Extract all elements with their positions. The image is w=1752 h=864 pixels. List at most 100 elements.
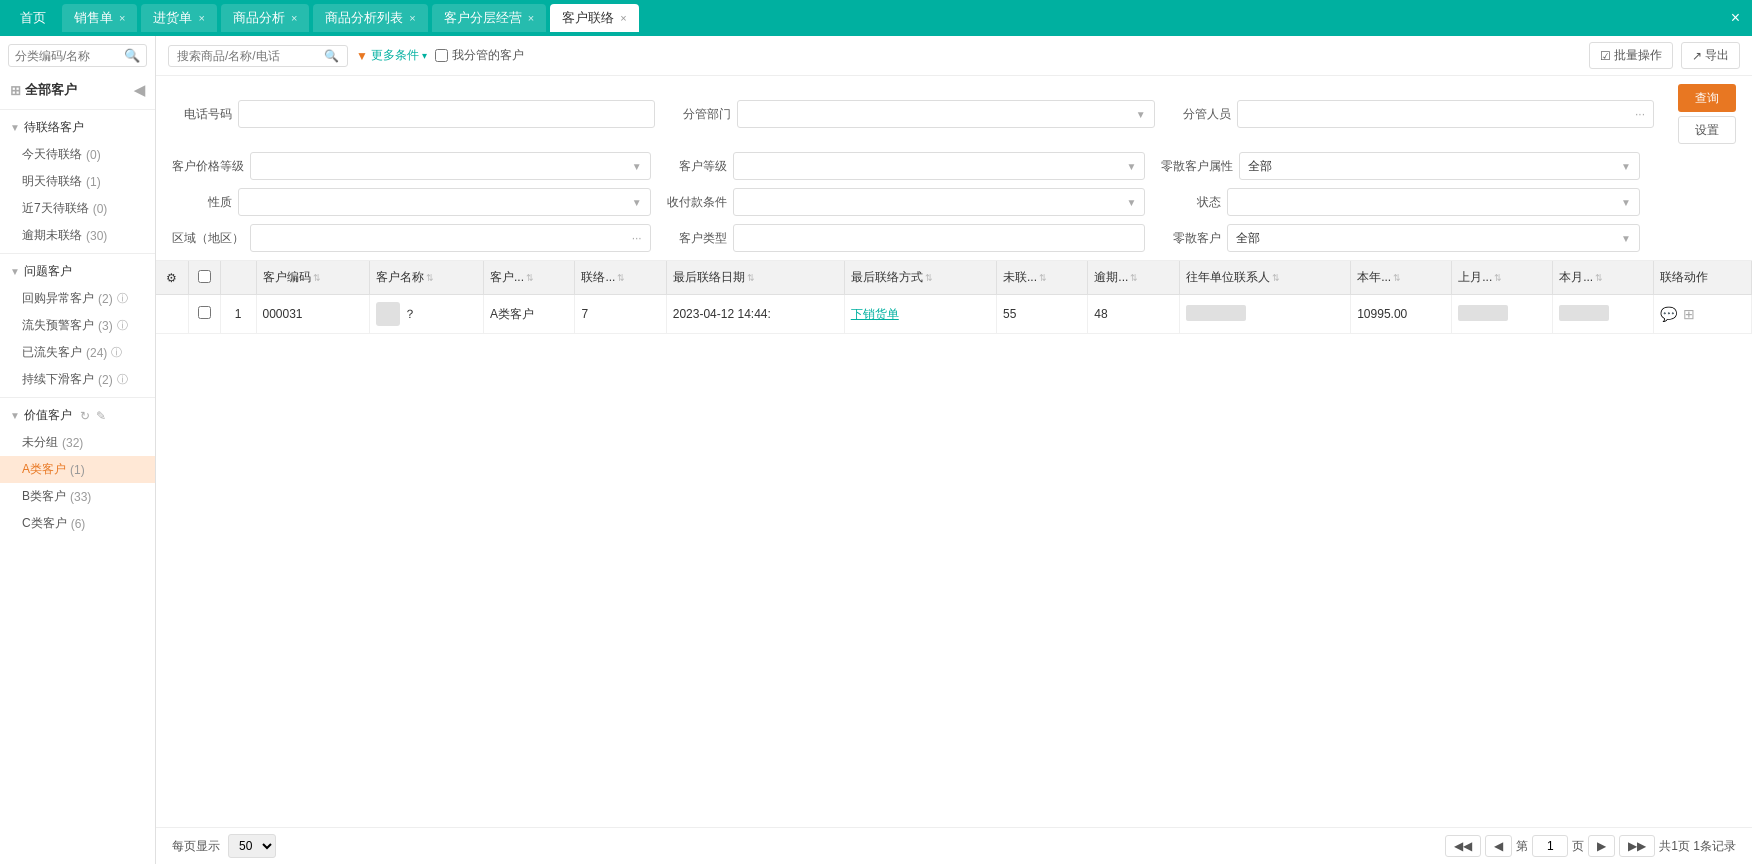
filter-search-box[interactable]: 🔍 <box>168 45 348 67</box>
row-last-date: 2023-04-12 14:44: <box>666 295 844 334</box>
col-this-year[interactable]: 本年...⇅ <box>1351 261 1452 295</box>
table-header-row: ⚙ 客户编码⇅ 客户名称⇅ 客户...⇅ 联络...⇅ 最后联络日期⇅ 最后联络… <box>156 261 1752 295</box>
field-region: 区域（地区） ··· <box>172 224 651 252</box>
sidebar-item-declining[interactable]: 持续下滑客户 (2) ⓘ <box>0 366 155 393</box>
col-settings[interactable]: ⚙ <box>156 261 188 295</box>
col-last-date[interactable]: 最后联络日期⇅ <box>666 261 844 295</box>
group-problem-customers[interactable]: ▼ 问题客户 <box>0 258 155 285</box>
home-tab[interactable]: 首页 <box>8 9 58 27</box>
sort-icon11: ⇅ <box>1494 273 1502 283</box>
first-page-btn[interactable]: ◀◀ <box>1445 835 1481 857</box>
row-this-year: 10995.00 <box>1351 295 1452 334</box>
col-name[interactable]: 客户名称⇅ <box>370 261 484 295</box>
chevron-down-icon: ▾ <box>422 50 427 61</box>
scatter-attr-select[interactable]: 全部 ▼ <box>1239 152 1640 180</box>
mine-checkbox-input[interactable] <box>435 49 448 62</box>
sidebar-search-box[interactable]: 🔍 <box>8 44 147 67</box>
per-page-select[interactable]: 50 <box>228 834 276 858</box>
col-contact[interactable]: 联络...⇅ <box>575 261 666 295</box>
tab-customer-contact[interactable]: 客户联络 × <box>550 4 638 32</box>
region-select[interactable]: ··· <box>250 224 651 252</box>
col-type[interactable]: 客户...⇅ <box>484 261 575 295</box>
col-last-month[interactable]: 上月...⇅ <box>1452 261 1553 295</box>
tab-customer-segment[interactable]: 客户分层经营 × <box>432 4 546 32</box>
sidebar-collapse-icon[interactable]: ◀ <box>134 82 145 98</box>
row-overdue: 48 <box>1088 295 1179 334</box>
filter-search-input[interactable] <box>177 49 320 63</box>
tab-product-list[interactable]: 商品分析列表 × <box>313 4 427 32</box>
refresh-icon[interactable]: ↻ <box>80 409 90 423</box>
close-product-analysis-tab[interactable]: × <box>291 12 297 24</box>
info-icon: ⓘ <box>117 291 128 306</box>
col-code[interactable]: 客户编码⇅ <box>256 261 370 295</box>
sort-icon3: ⇅ <box>526 273 534 283</box>
phone-input[interactable] <box>238 100 655 128</box>
check-all-input[interactable] <box>198 270 211 283</box>
tab-purchase[interactable]: 进货单 × <box>141 4 216 32</box>
row-last-method[interactable]: 下销货单 <box>844 295 996 334</box>
sidebar-item-churned[interactable]: 已流失客户 (24) ⓘ <box>0 339 155 366</box>
group-value-customers[interactable]: ▼ 价值客户 ↻ ✎ <box>0 402 155 429</box>
setting-btn[interactable]: 设置 <box>1678 116 1736 144</box>
col-history-contact[interactable]: 往年单位联系人⇅ <box>1179 261 1350 295</box>
sidebar-item-tomorrow[interactable]: 明天待联络 (1) <box>0 168 155 195</box>
field-scatter-customer: 零散客户 全部 ▼ <box>1161 224 1640 252</box>
col-no-contact[interactable]: 未联...⇅ <box>997 261 1088 295</box>
col-overdue[interactable]: 逾期...⇅ <box>1088 261 1179 295</box>
group-pending-contact[interactable]: ▼ 待联络客户 <box>0 114 155 141</box>
col-last-method[interactable]: 最后联络方式⇅ <box>844 261 996 295</box>
payment-select[interactable]: ▼ <box>733 188 1146 216</box>
qr-icon[interactable]: ⊞ <box>1683 306 1695 322</box>
sidebar-item-b-class[interactable]: B类客户 (33) <box>0 483 155 510</box>
row-checkbox-input[interactable] <box>198 306 211 319</box>
tab-product-analysis[interactable]: 商品分析 × <box>221 4 309 32</box>
sidebar-item-repurchase[interactable]: 回购异常客户 (2) ⓘ <box>0 285 155 312</box>
info-icon3: ⓘ <box>111 345 122 360</box>
next-page-btn[interactable]: ▶ <box>1588 835 1615 857</box>
sidebar-item-overdue[interactable]: 逾期未联络 (30) <box>0 222 155 249</box>
tab-sales[interactable]: 销售单 × <box>62 4 137 32</box>
col-check-all[interactable] <box>188 261 220 295</box>
sidebar-item-c-class[interactable]: C类客户 (6) <box>0 510 155 537</box>
page-input[interactable] <box>1532 835 1568 857</box>
sidebar-search-input[interactable] <box>15 49 120 63</box>
sidebar-item-ungrouped[interactable]: 未分组 (32) <box>0 429 155 456</box>
price-level-select[interactable]: ▼ <box>250 152 651 180</box>
last-page-btn[interactable]: ▶▶ <box>1619 835 1655 857</box>
sidebar-item-a-class[interactable]: A类客户 (1) <box>0 456 155 483</box>
export-btn[interactable]: ↗ 导出 <box>1681 42 1740 69</box>
filter-row-4: 区域（地区） ··· 客户类型 零散客户 全部 ▼ <box>172 224 1736 252</box>
sidebar-item-churn-warning[interactable]: 流失预警客户 (3) ⓘ <box>0 312 155 339</box>
status-select[interactable]: ▼ <box>1227 188 1640 216</box>
chat-icon[interactable]: 💬 <box>1660 306 1677 322</box>
this-month-placeholder <box>1559 305 1609 321</box>
scatter-customer-select[interactable]: 全部 ▼ <box>1227 224 1640 252</box>
sidebar-item-today[interactable]: 今天待联络 (0) <box>0 141 155 168</box>
dept-select[interactable]: ▼ <box>737 100 1154 128</box>
customer-type-input[interactable] <box>733 224 1146 252</box>
batch-btn[interactable]: ☑ 批量操作 <box>1589 42 1673 69</box>
close-sales-tab[interactable]: × <box>119 12 125 24</box>
close-customer-segment-tab[interactable]: × <box>528 12 534 24</box>
close-all-tabs[interactable]: × <box>1727 5 1744 31</box>
sidebar-item-7days[interactable]: 近7天待联络 (0) <box>0 195 155 222</box>
top-navigation: 首页 销售单 × 进货单 × 商品分析 × 商品分析列表 × 客户分层经营 × … <box>0 0 1752 36</box>
row-no-contact: 55 <box>997 295 1088 334</box>
nature-select[interactable]: ▼ <box>238 188 651 216</box>
action-icons: 💬 ⊞ <box>1660 306 1745 322</box>
col-this-month[interactable]: 本月...⇅ <box>1553 261 1654 295</box>
filter-more-btn[interactable]: ▼ 更多条件 ▾ <box>356 47 427 64</box>
close-product-list-tab[interactable]: × <box>409 12 415 24</box>
payment-arrow-icon: ▼ <box>1126 197 1136 208</box>
query-btn[interactable]: 查询 <box>1678 84 1736 112</box>
close-customer-contact-tab[interactable]: × <box>620 12 626 24</box>
prev-page-btn[interactable]: ◀ <box>1485 835 1512 857</box>
manager-select[interactable]: ··· <box>1237 100 1654 128</box>
row-check[interactable] <box>188 295 220 334</box>
all-customers-item[interactable]: ⊞ 全部客户 ◀ <box>0 75 155 105</box>
filter-mine-checkbox[interactable]: 我分管的客户 <box>435 47 524 64</box>
edit-icon[interactable]: ✎ <box>96 409 106 423</box>
close-purchase-tab[interactable]: × <box>198 12 204 24</box>
customer-level-select[interactable]: ▼ <box>733 152 1146 180</box>
divider2 <box>0 253 155 254</box>
